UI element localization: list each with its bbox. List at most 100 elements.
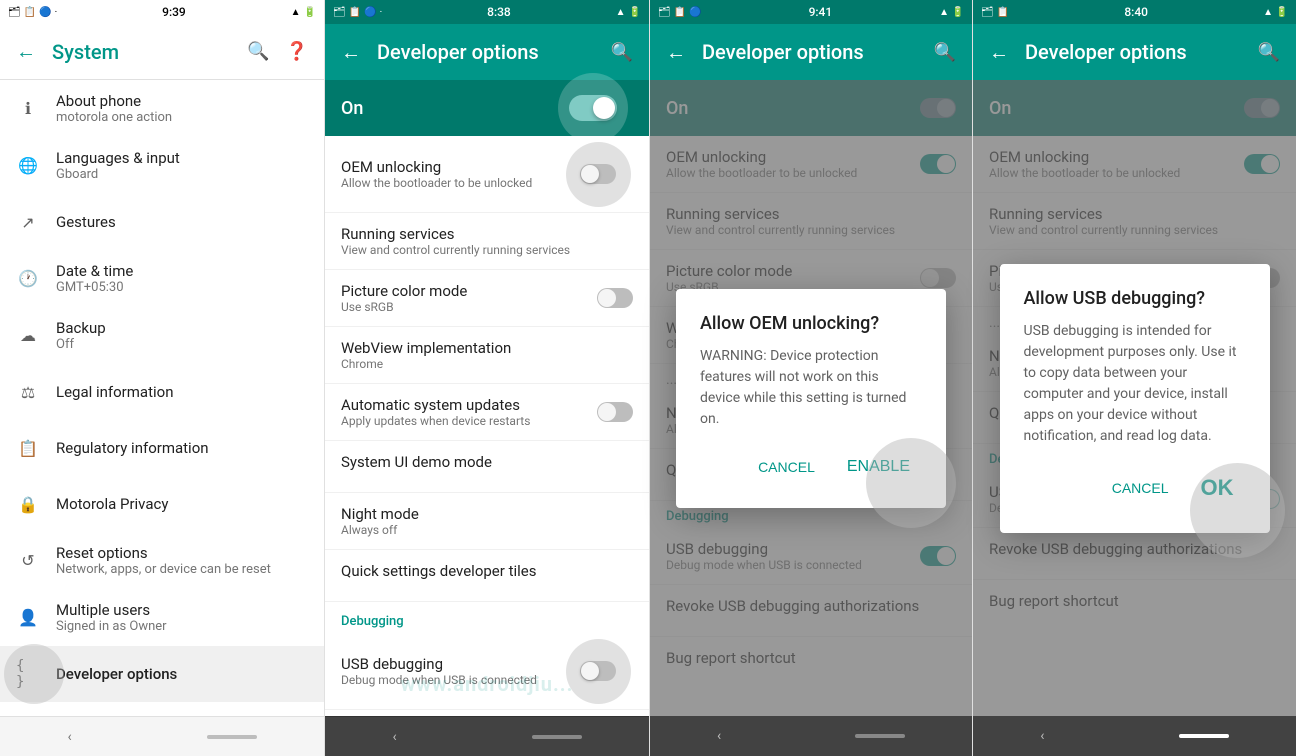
panel4-status-bar: 🗂📋 8:40 ▲ 🔋 [973, 0, 1296, 24]
battery-icon: 🔋 [304, 7, 316, 18]
languages-icon: 🌐 [16, 154, 40, 178]
p2-status-icons-left: 🗂 📋 🔵 · [333, 7, 382, 18]
p2-back-icon[interactable]: ← [341, 40, 361, 65]
legal-label: Legal information [56, 383, 173, 401]
status-icons-left: 🗂 📋 🔵 · [8, 7, 57, 18]
oem-cancel-btn[interactable]: Cancel [746, 450, 827, 484]
oem-dialog-title: Allow OEM unlocking? [700, 313, 922, 334]
menu-item-legal[interactable]: ⚖ Legal information [0, 364, 324, 420]
usb-toggle-area[interactable] [563, 645, 633, 697]
about-label: About phone [56, 92, 172, 110]
backup-icon: ☁ [16, 324, 40, 348]
system-ui-row[interactable]: System UI demo mode [325, 441, 649, 493]
menu-item-datetime[interactable]: 🕐 Date & time GMT+05:30 [0, 250, 324, 307]
p2-back-nav[interactable]: ‹ [392, 729, 396, 745]
running-label: Running services [341, 225, 633, 243]
notification-icon2: 📋 [24, 7, 36, 18]
p2-notif2: 📋 [349, 7, 361, 18]
menu-item-users[interactable]: 👤 Multiple users Signed in as Owner [0, 589, 324, 646]
privacy-label: Motorola Privacy [56, 495, 168, 513]
webview-row[interactable]: WebView implementation Chrome [325, 327, 649, 384]
p4-back[interactable]: ← [989, 40, 1009, 65]
oem-unlocking-row[interactable]: OEM unlocking Allow the bootloader to be… [325, 136, 649, 213]
p3-home-pill[interactable] [855, 734, 905, 738]
p4-search[interactable]: 🔍 [1258, 42, 1280, 63]
quicksettings-label: Quick settings developer tiles [341, 562, 633, 580]
night-label: Night mode [341, 505, 633, 523]
auto-toggle[interactable] [597, 402, 633, 422]
oem-sublabel: Allow the bootloader to be unlocked [341, 176, 532, 190]
oem-dialog: Allow OEM unlocking? WARNING: Device pro… [676, 289, 946, 508]
regulatory-icon: 📋 [16, 436, 40, 460]
panel2: 🗂 📋 🔵 · 8:38 ▲ 🔋 ← Developer options 🔍 O… [325, 0, 650, 756]
p4-icons-left: 🗂📋 [981, 7, 1009, 18]
reset-label: Reset options [56, 544, 271, 562]
back-nav-btn[interactable]: ‹ [67, 729, 71, 745]
night-mode-row[interactable]: Night mode Always off [325, 493, 649, 550]
p2-status-icons-right: ▲ 🔋 [616, 7, 641, 18]
gestures-icon: ↗ [16, 210, 40, 234]
menu-item-system-updates[interactable]: 📱 System updates Updated to Android 9 [0, 702, 324, 716]
p4-icons-right: ▲ 🔋 [1263, 7, 1288, 18]
menu-item-languages[interactable]: 🌐 Languages & input Gboard [0, 137, 324, 194]
running-services-row[interactable]: Running services View and control curren… [325, 213, 649, 270]
search-icon[interactable]: 🔍 [247, 41, 269, 62]
menu-item-regulatory[interactable]: 📋 Regulatory information [0, 420, 324, 476]
panel4: 🗂📋 8:40 ▲ 🔋 ← Developer options 🔍 On OEM… [973, 0, 1296, 756]
p3-back-nav[interactable]: ‹ [717, 728, 721, 744]
usb-toggle[interactable] [580, 661, 616, 681]
back-icon[interactable]: ← [16, 39, 36, 64]
p3-back[interactable]: ← [666, 40, 686, 65]
menu-item-about-phone[interactable]: ℹ About phone motorola one action [0, 80, 324, 137]
menu-item-reset[interactable]: ↺ Reset options Network, apps, or device… [0, 532, 324, 589]
p3-search[interactable]: 🔍 [934, 42, 956, 63]
privacy-icon: 🔒 [16, 492, 40, 516]
oem-toggle-area[interactable] [563, 148, 633, 200]
menu-item-backup[interactable]: ☁ Backup Off [0, 307, 324, 364]
oem-dialog-overlay: Allow OEM unlocking? WARNING: Device pro… [650, 80, 972, 716]
p2-notif1: 🗂 [333, 7, 346, 18]
languages-sublabel: Gboard [56, 167, 180, 182]
usb-dialog-title: Allow USB debugging? [1024, 288, 1246, 309]
p2-home-pill[interactable] [532, 735, 582, 739]
p4-back-nav[interactable]: ‹ [1040, 728, 1044, 744]
oem-label: OEM unlocking [341, 158, 532, 176]
picture-toggle[interactable] [597, 288, 633, 308]
menu-item-developer[interactable]: { } Developer options [0, 646, 324, 702]
panel2-nav-bar: ‹ [325, 716, 649, 756]
notification-dot: · [55, 7, 58, 18]
panel1-status-bar: 🗂 📋 🔵 · 9:39 ▲ 🔋 [0, 0, 324, 24]
auto-updates-row[interactable]: Automatic system updates Apply updates w… [325, 384, 649, 441]
menu-item-motorola-privacy[interactable]: 🔒 Motorola Privacy [0, 476, 324, 532]
on-toggle[interactable] [569, 95, 617, 121]
panel4-title: Developer options [1025, 40, 1242, 64]
picture-label: Picture color mode [341, 282, 467, 300]
users-sublabel: Signed in as Owner [56, 619, 167, 634]
wifi-icon: ▲ [291, 7, 301, 18]
panel1: 🗂 📋 🔵 · 9:39 ▲ 🔋 ← System 🔍 ❓ ℹ About ph… [0, 0, 325, 756]
p2-search-icon[interactable]: 🔍 [611, 42, 633, 63]
quick-settings-row[interactable]: Quick settings developer tiles [325, 550, 649, 602]
menu-item-gestures[interactable]: ↗ Gestures [0, 194, 324, 250]
on-toggle-area[interactable] [553, 80, 633, 136]
home-nav-pill[interactable] [207, 735, 257, 739]
usb-dialog-body: USB debugging is intended for developmen… [1024, 321, 1246, 447]
panel2-header: ← Developer options 🔍 [325, 24, 649, 80]
panel3-status-bar: 🗂📋🔵 9:41 ▲ 🔋 [650, 0, 972, 24]
p4-home-pill[interactable] [1179, 734, 1229, 738]
picture-color-row[interactable]: Picture color mode Use sRGB [325, 270, 649, 327]
backup-sublabel: Off [56, 337, 106, 352]
oem-toggle[interactable] [580, 164, 616, 184]
ripple-circle [4, 644, 64, 704]
p2-battery-icon: 🔋 [629, 7, 641, 18]
regulatory-label: Regulatory information [56, 439, 209, 457]
panel2-content: OEM unlocking Allow the bootloader to be… [325, 136, 649, 716]
oem-text: OEM unlocking Allow the bootloader to be… [341, 158, 532, 190]
usb-debugging-row[interactable]: USB debugging Debug mode when USB is con… [325, 633, 649, 710]
panel2-title: Developer options [377, 40, 595, 64]
on-label: On [341, 98, 553, 119]
about-text: About phone motorola one action [56, 92, 172, 125]
help-icon[interactable]: ❓ [286, 41, 308, 62]
usb-cancel-btn[interactable]: Cancel [1100, 472, 1181, 504]
usb-sublabel: Debug mode when USB is connected [341, 673, 537, 687]
